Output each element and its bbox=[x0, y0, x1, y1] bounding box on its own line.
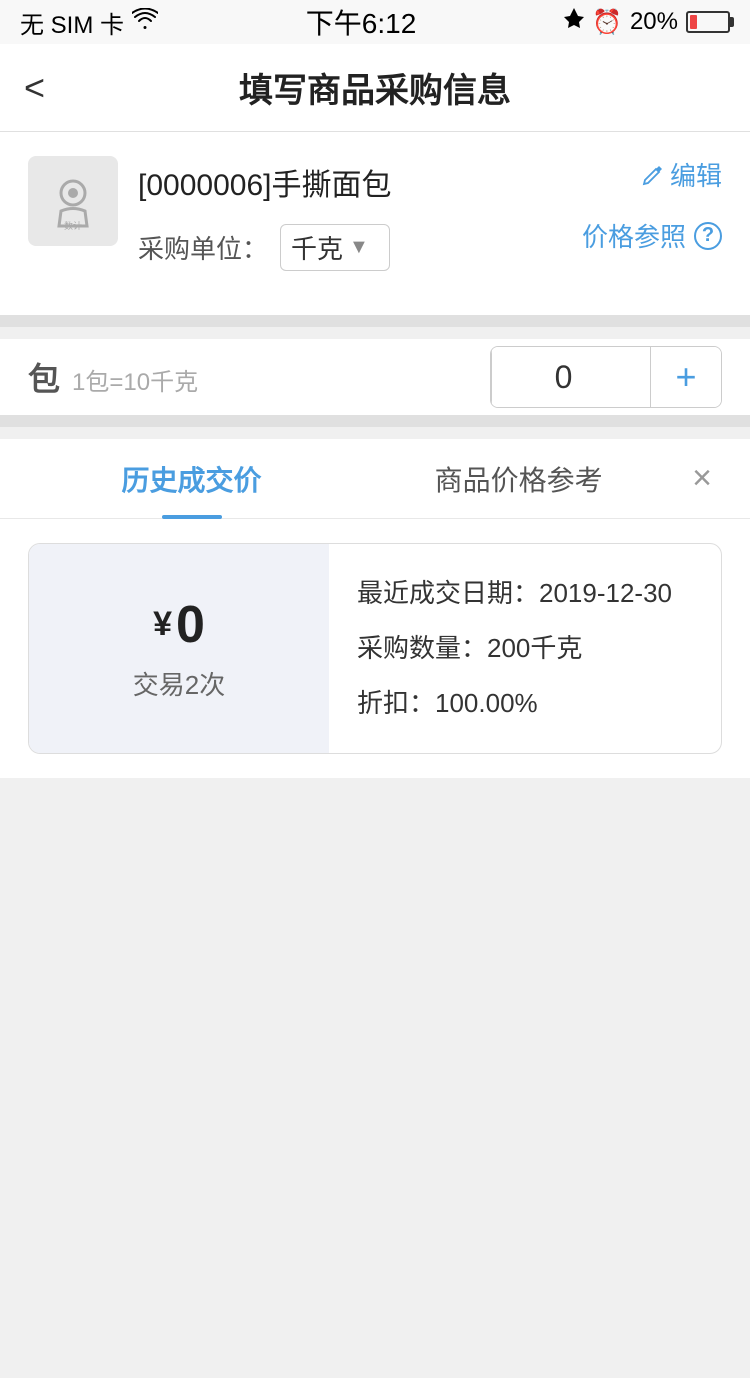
quantity-hint: 1包=10千克 bbox=[72, 362, 198, 397]
carrier-text: 无 SIM 卡 bbox=[20, 5, 124, 40]
product-info: [0000006]手撕面包 采购单位： 千克 ▼ bbox=[138, 156, 391, 271]
quantity-plus-button[interactable]: + bbox=[651, 347, 721, 407]
tab-history-price[interactable]: 历史成交价 bbox=[28, 439, 355, 519]
tab-close-button[interactable]: × bbox=[682, 459, 722, 498]
tab-header: 历史成交价 商品价格参考 × bbox=[0, 439, 750, 519]
battery-percentage: 20% bbox=[630, 8, 678, 36]
time-display: 下午6:12 bbox=[306, 2, 417, 42]
history-card: ¥ 0 交易2次 最近成交日期：2019-12-30 采购数量：200千克 折扣… bbox=[28, 543, 722, 754]
location-icon bbox=[564, 8, 584, 37]
status-bar: 无 SIM 卡 下午6:12 ⏰ 20% bbox=[0, 0, 750, 44]
product-name: [0000006]手撕面包 bbox=[138, 160, 391, 204]
price-ref-button[interactable]: 价格参照 ? bbox=[582, 217, 722, 254]
card-right: 最近成交日期：2019-12-30 采购数量：200千克 折扣：100.00% bbox=[329, 544, 721, 753]
card-left: ¥ 0 交易2次 bbox=[29, 544, 329, 753]
main-background bbox=[0, 778, 750, 1378]
wifi-icon bbox=[132, 8, 158, 37]
quantity-input[interactable] bbox=[491, 347, 651, 407]
card-price: ¥ 0 bbox=[153, 595, 205, 655]
product-section: 数计 [0000006]手撕面包 采购单位： 千克 ▼ bbox=[0, 132, 750, 315]
price-ref-help-icon: ? bbox=[694, 222, 722, 250]
back-button[interactable]: < bbox=[24, 67, 45, 109]
recent-date-row: 最近成交日期：2019-12-30 bbox=[357, 574, 693, 613]
svg-text:数计: 数计 bbox=[64, 220, 82, 231]
product-logo: 数计 bbox=[28, 156, 118, 246]
page-title: 填写商品采购信息 bbox=[239, 63, 511, 112]
section-divider-2 bbox=[0, 415, 750, 427]
unit-dropdown-arrow: ▼ bbox=[349, 236, 369, 259]
section-divider bbox=[0, 315, 750, 327]
quantity-section: 包 1包=10千克 + bbox=[0, 327, 750, 415]
quantity-label-wrap: 包 1包=10千克 bbox=[28, 354, 198, 400]
status-left: 无 SIM 卡 bbox=[20, 5, 158, 40]
product-header: 数计 [0000006]手撕面包 采购单位： 千克 ▼ bbox=[28, 156, 722, 271]
history-content: ¥ 0 交易2次 最近成交日期：2019-12-30 采购数量：200千克 折扣… bbox=[0, 519, 750, 778]
nav-bar: < 填写商品采购信息 bbox=[0, 44, 750, 132]
alarm-icon: ⏰ bbox=[592, 8, 622, 37]
edit-button[interactable]: 编辑 bbox=[642, 156, 722, 193]
unit-label: 采购单位： bbox=[138, 229, 268, 266]
tab-section: 历史成交价 商品价格参考 × ¥ 0 交易2次 最近成交日期：2019-12-3… bbox=[0, 427, 750, 778]
purchase-quantity-row: 采购数量：200千克 bbox=[357, 629, 693, 668]
card-trade-count: 交易2次 bbox=[133, 665, 225, 702]
discount-row: 折扣：100.00% bbox=[357, 684, 693, 723]
product-unit-row: 采购单位： 千克 ▼ bbox=[138, 224, 391, 271]
quantity-control: + bbox=[490, 346, 722, 408]
product-left: 数计 [0000006]手撕面包 采购单位： 千克 ▼ bbox=[28, 156, 391, 271]
status-right: ⏰ 20% bbox=[564, 8, 730, 37]
tab-product-price-ref[interactable]: 商品价格参考 bbox=[355, 439, 682, 519]
unit-select[interactable]: 千克 ▼ bbox=[280, 224, 390, 271]
quantity-unit: 包 bbox=[28, 354, 60, 400]
battery-icon bbox=[686, 11, 730, 33]
tab-underline bbox=[162, 515, 222, 519]
